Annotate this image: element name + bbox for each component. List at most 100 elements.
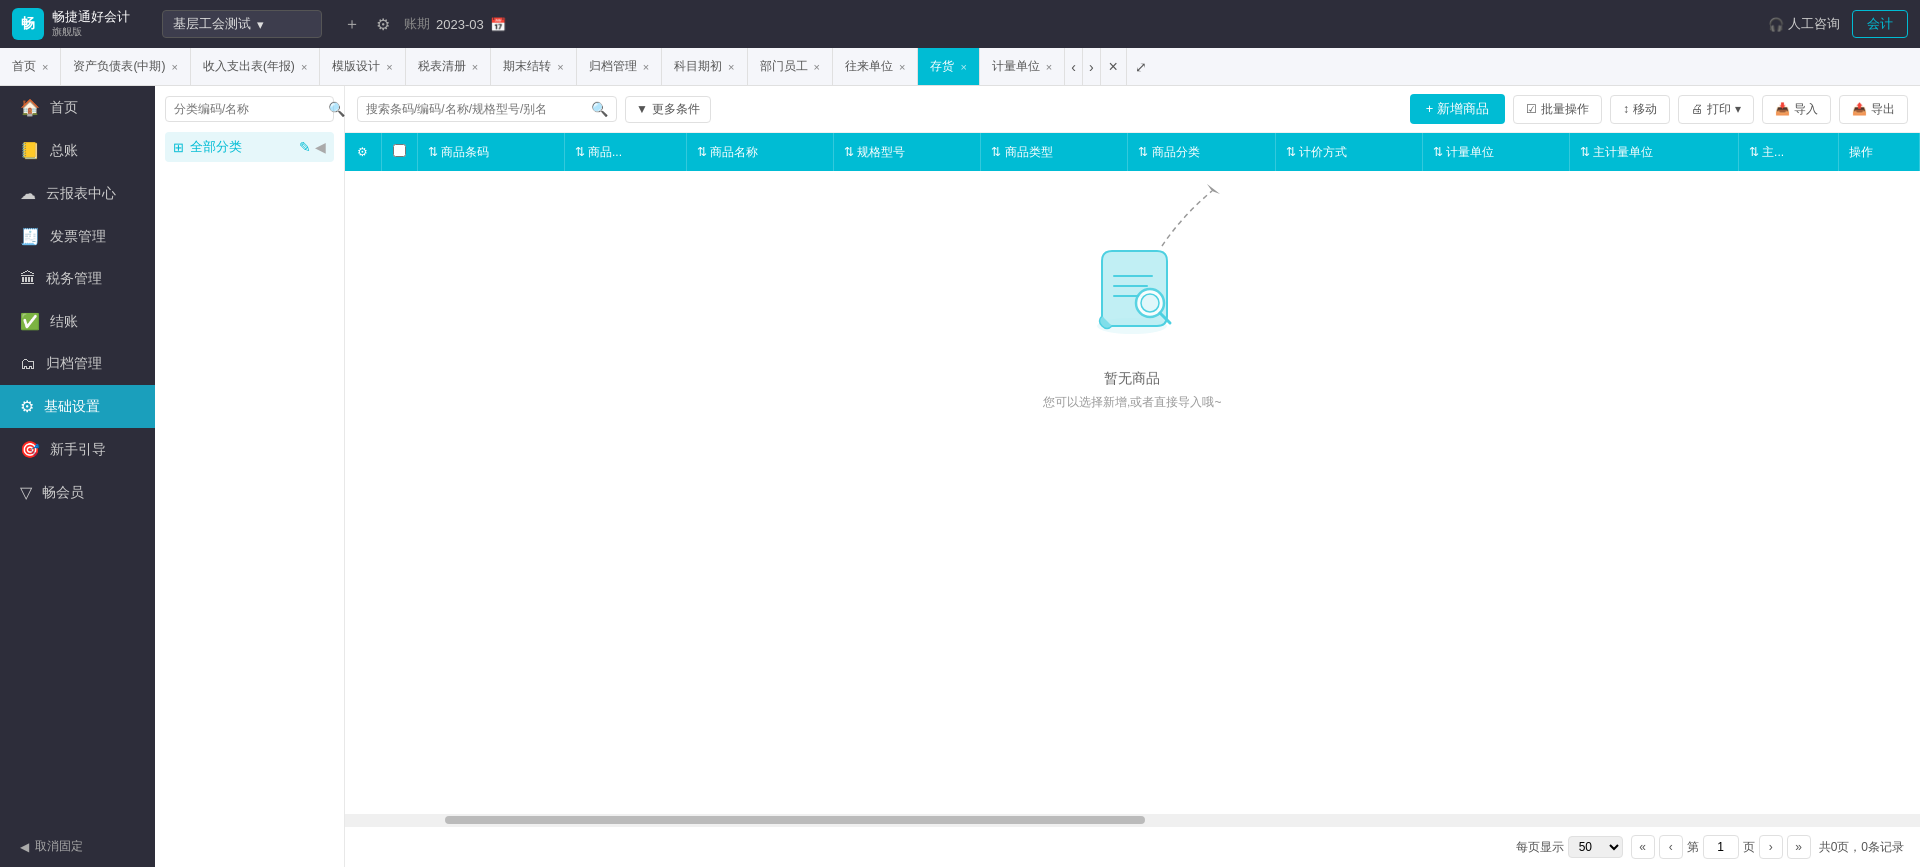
add-product-button[interactable]: + 新增商品 (1410, 94, 1505, 124)
tab-archive-close[interactable]: × (643, 61, 649, 73)
tab-dept-close[interactable]: × (814, 61, 820, 73)
sidebar-item-invoice[interactable]: 🧾 发票管理 (0, 215, 155, 258)
col-main-unit[interactable]: ⇅ 主计量单位 (1570, 133, 1739, 171)
col-barcode[interactable]: ⇅ 商品条码 (417, 133, 564, 171)
cancel-pin-button[interactable]: ◀ 取消固定 (0, 826, 155, 867)
filter-icon: ▼ (636, 102, 648, 116)
col-code[interactable]: ⇅ 商品... (564, 133, 686, 171)
close-account-icon: ✅ (20, 312, 40, 331)
tab-unit-label: 计量单位 (992, 58, 1040, 75)
support-button[interactable]: 🎧 人工咨询 (1768, 15, 1840, 33)
tab-inventory-close[interactable]: × (960, 61, 966, 73)
workspace-selector[interactable]: 基层工会测试 ▾ (162, 10, 322, 38)
col-main-short-label: ⇅ 主... (1749, 145, 1784, 159)
tab-income-close[interactable]: × (301, 61, 307, 73)
col-barcode-label: ⇅ 商品条码 (428, 145, 489, 159)
tab-archive[interactable]: 归档管理 × (577, 48, 662, 86)
tab-subject[interactable]: 科目期初 × (662, 48, 747, 86)
ledger-icon: 📒 (20, 141, 40, 160)
col-main-short[interactable]: ⇅ 主... (1738, 133, 1839, 171)
home-icon: 🏠 (20, 98, 40, 117)
export-icon: 📤 (1852, 102, 1867, 116)
tab-unit-close[interactable]: × (1046, 61, 1052, 73)
tab-contact-close[interactable]: × (899, 61, 905, 73)
sidebar-item-tax[interactable]: 🏛 税务管理 (0, 258, 155, 300)
tab-balance-close[interactable]: × (171, 61, 177, 73)
tab-contact[interactable]: 往来单位 × (833, 48, 918, 86)
sidebar-item-ledger[interactable]: 📒 总账 (0, 129, 155, 172)
tab-expand-button[interactable]: ⤢ (1127, 48, 1155, 86)
category-collapse-icon[interactable]: ◀ (315, 139, 326, 155)
category-search-input[interactable] (174, 102, 324, 116)
sidebar-item-member[interactable]: ▽ 畅会员 (0, 471, 155, 514)
sidebar-item-archive[interactable]: 🗂 归档管理 (0, 343, 155, 385)
tab-period-end[interactable]: 期末结转 × (491, 48, 576, 86)
first-page-button[interactable]: « (1631, 835, 1655, 859)
next-page-button[interactable]: › (1759, 835, 1783, 859)
dashed-arrow-icon (1152, 176, 1242, 256)
tab-dept-label: 部门员工 (760, 58, 808, 75)
move-button[interactable]: ↕ 移动 (1610, 95, 1670, 124)
archive-icon: 🗂 (20, 355, 36, 373)
import-button[interactable]: 📥 导入 (1762, 95, 1831, 124)
sidebar-item-reports[interactable]: ☁ 云报表中心 (0, 172, 155, 215)
add-tab-button[interactable]: ＋ (340, 10, 364, 39)
horizontal-scrollbar[interactable] (345, 814, 1920, 826)
scrollbar-thumb[interactable] (445, 816, 1145, 824)
account-button[interactable]: 会计 (1852, 10, 1908, 38)
sidebar-item-close-account[interactable]: ✅ 结账 (0, 300, 155, 343)
col-action-label: 操作 (1849, 145, 1873, 159)
col-checkbox[interactable] (381, 133, 417, 171)
tab-balance[interactable]: 资产负债表(中期) × (61, 48, 190, 86)
tab-template[interactable]: 模版设计 × (320, 48, 405, 86)
col-category[interactable]: ⇅ 商品分类 (1128, 133, 1275, 171)
col-unit[interactable]: ⇅ 计量单位 (1422, 133, 1569, 171)
tab-tax[interactable]: 税表清册 × (406, 48, 491, 86)
tab-tax-close[interactable]: × (472, 61, 478, 73)
product-search-box[interactable]: 🔍 (357, 96, 617, 122)
tab-income[interactable]: 收入支出表(年报) × (191, 48, 320, 86)
tab-dept[interactable]: 部门员工 × (748, 48, 833, 86)
tab-period-end-close[interactable]: × (557, 61, 563, 73)
prev-page-button[interactable]: ‹ (1659, 835, 1683, 859)
col-pricing[interactable]: ⇅ 计价方式 (1275, 133, 1422, 171)
col-spec[interactable]: ⇅ 规格型号 (834, 133, 981, 171)
select-all-checkbox[interactable] (393, 144, 406, 157)
tab-next-button[interactable]: › (1083, 48, 1101, 86)
batch-label: 批量操作 (1541, 101, 1589, 118)
tab-close-all-button[interactable]: × (1101, 48, 1127, 86)
tab-unit[interactable]: 计量单位 × (980, 48, 1065, 86)
sidebar-item-settings[interactable]: ⚙ 基础设置 (0, 385, 155, 428)
page-size-select[interactable]: 每页显示 50 100 200 (1516, 836, 1623, 858)
period-label: 账期 (404, 15, 430, 33)
tab-prev-button[interactable]: ‹ (1065, 48, 1083, 86)
tab-template-close[interactable]: × (386, 61, 392, 73)
category-search-box[interactable]: 🔍 (165, 96, 334, 122)
tab-home[interactable]: 首页 × (0, 48, 61, 86)
page-size-dropdown[interactable]: 50 100 200 (1568, 836, 1623, 858)
product-search-input[interactable] (366, 102, 587, 116)
more-filter-button[interactable]: ▼ 更多条件 (625, 96, 711, 123)
col-name[interactable]: ⇅ 商品名称 (686, 133, 833, 171)
tab-inventory[interactable]: 存货 × (918, 48, 979, 86)
tab-template-label: 模版设计 (332, 58, 380, 75)
col-type[interactable]: ⇅ 商品类型 (981, 133, 1128, 171)
import-label: 导入 (1794, 101, 1818, 118)
page-number-input[interactable] (1703, 835, 1739, 859)
add-product-label: + 新增商品 (1426, 100, 1489, 118)
export-button[interactable]: 📤 导出 (1839, 95, 1908, 124)
category-edit-icon[interactable]: ✎ (299, 139, 311, 155)
tab-subject-close[interactable]: × (728, 61, 734, 73)
category-all[interactable]: ⊞ 全部分类 ✎ ◀ (165, 132, 334, 162)
sidebar-item-guide[interactable]: 🎯 新手引导 (0, 428, 155, 471)
col-main-unit-label: ⇅ 主计量单位 (1580, 145, 1653, 159)
col-settings[interactable]: ⚙ (345, 133, 381, 171)
settings-icon[interactable]: ⚙ (372, 11, 394, 38)
tab-home-close[interactable]: × (42, 61, 48, 73)
print-button[interactable]: 🖨 打印 ▾ (1678, 95, 1754, 124)
calendar-icon[interactable]: 📅 (490, 17, 506, 32)
sidebar-item-home[interactable]: 🏠 首页 (0, 86, 155, 129)
batch-operation-button[interactable]: ☑ 批量操作 (1513, 95, 1602, 124)
last-page-button[interactable]: » (1787, 835, 1811, 859)
sidebar-ledger-label: 总账 (50, 142, 78, 160)
